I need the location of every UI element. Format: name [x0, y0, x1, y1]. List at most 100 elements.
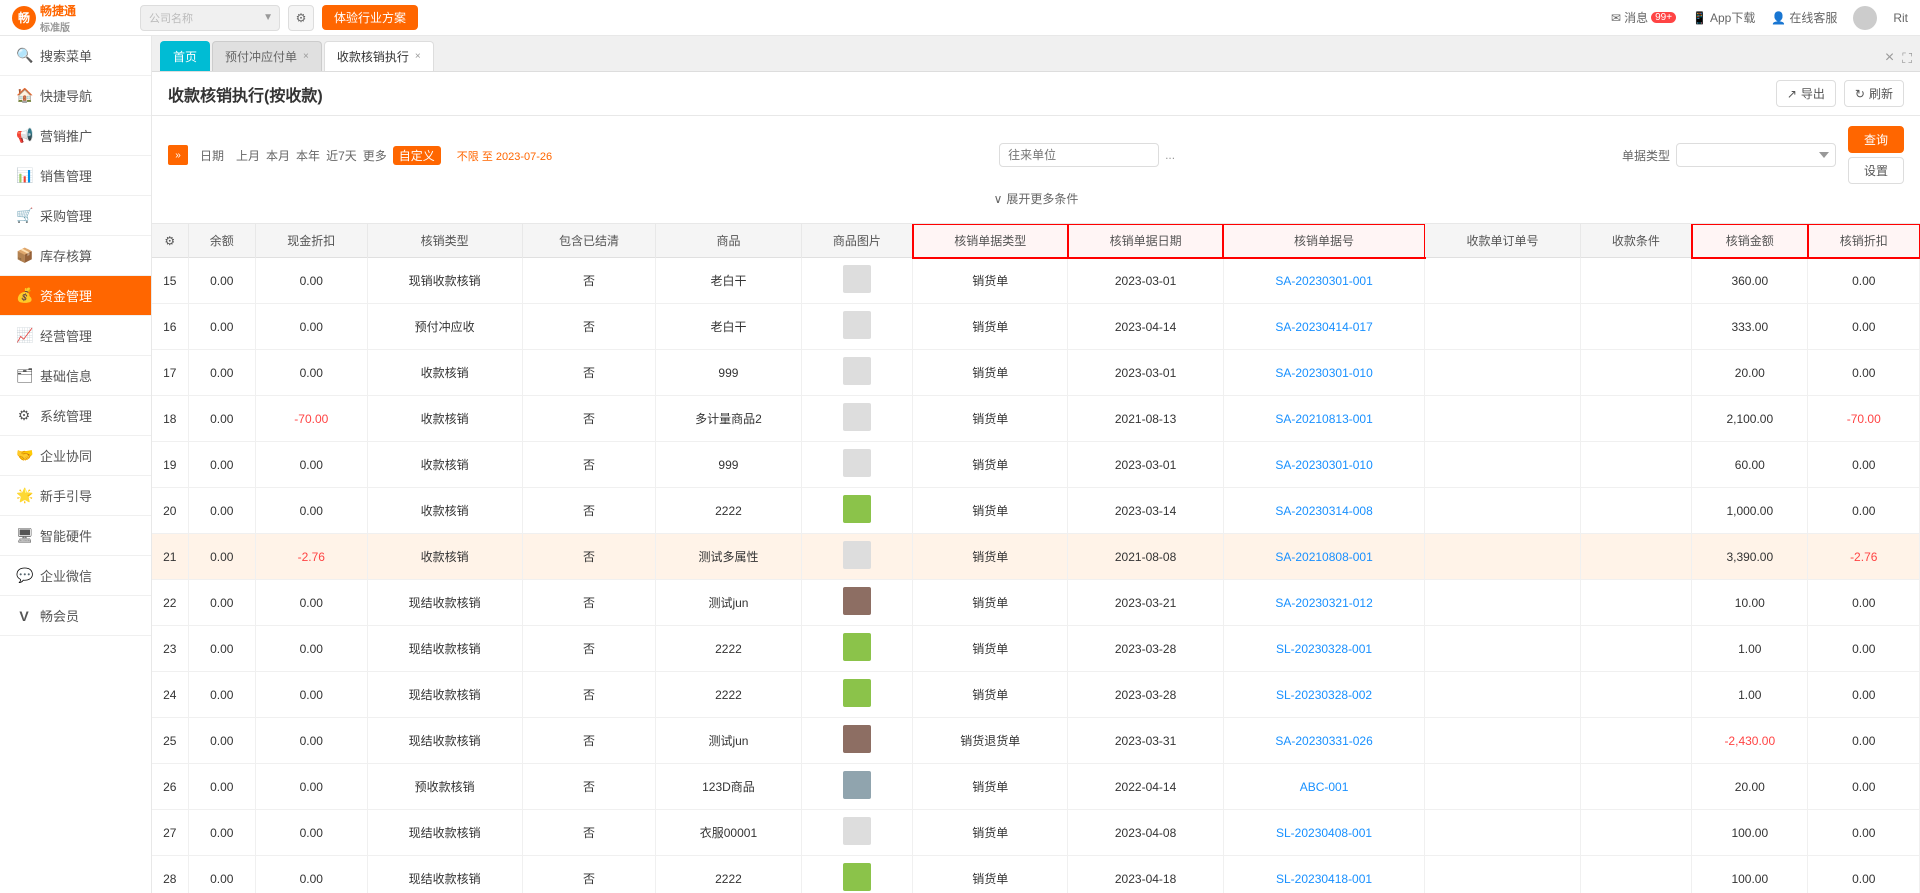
sidebar-item-hardware[interactable]: 🖥 智能硬件 — [0, 516, 151, 556]
bill-no-link[interactable]: SA-20230414-017 — [1275, 320, 1372, 334]
cell-cash-discount: 0.00 — [256, 580, 367, 626]
cell-verify-amount: 100.00 — [1692, 810, 1808, 856]
sidebar-item-finance[interactable]: 💰 资金管理 — [0, 276, 151, 316]
export-icon: ↗ — [1787, 87, 1797, 101]
message-btn[interactable]: ✉ 消息 99+ — [1611, 9, 1676, 26]
col-settings[interactable]: ⚙ — [152, 224, 188, 258]
date-link-last-month[interactable]: 上月 — [236, 147, 260, 164]
bill-no-link[interactable]: SA-20210813-001 — [1275, 412, 1372, 426]
cell-bill-date: 2023-03-21 — [1068, 580, 1223, 626]
date-link-this-year[interactable]: 本年 — [296, 147, 320, 164]
expand-more-row[interactable]: ∨ 展开更多条件 — [168, 184, 1904, 213]
bill-no-link[interactable]: SL-20230418-001 — [1276, 872, 1372, 886]
table-container[interactable]: ⚙ 余额 现金折扣 核销类型 包含已结清 商品 商品图片 核销单据类型 核销单据… — [152, 224, 1920, 893]
cell-bill-no[interactable]: ABC-001 — [1223, 764, 1425, 810]
bill-no-link[interactable]: SA-20230321-012 — [1275, 596, 1372, 610]
cell-bill-no[interactable]: SA-20230414-017 — [1223, 304, 1425, 350]
tab-receipt[interactable]: 收款核销执行 × — [324, 41, 434, 71]
table-row: 18 0.00 -70.00 收款核销 否 多计量商品2 销货单 2021-08… — [152, 396, 1920, 442]
query-btn[interactable]: 查询 — [1848, 126, 1904, 153]
cell-balance: 0.00 — [188, 396, 256, 442]
partner-input[interactable] — [999, 143, 1159, 167]
industry-btn[interactable]: 体验行业方案 — [322, 5, 418, 30]
sidebar-item-system[interactable]: ⚙ 系统管理 — [0, 396, 151, 436]
user-avatar[interactable] — [1853, 6, 1877, 30]
refresh-icon: ↻ — [1855, 87, 1865, 101]
date-link-more[interactable]: 更多 — [363, 147, 387, 164]
tab-prepay-label: 预付冲应付单 — [225, 48, 297, 65]
bill-type-select[interactable] — [1676, 143, 1836, 167]
cell-balance: 0.00 — [188, 626, 256, 672]
export-btn[interactable]: ↗ 导出 — [1776, 80, 1836, 107]
cell-bill-no[interactable]: SL-20230418-001 — [1223, 856, 1425, 893]
sidebar-item-guide[interactable]: 🌟 新手引导 — [0, 476, 151, 516]
cell-bill-no[interactable]: SA-20210813-001 — [1223, 396, 1425, 442]
bill-no-link[interactable]: SA-20230301-010 — [1275, 366, 1372, 380]
cell-verify-type: 收款核销 — [367, 534, 522, 580]
cell-including-settled: 否 — [522, 258, 655, 304]
refresh-btn[interactable]: ↻ 刷新 — [1844, 80, 1904, 107]
cell-bill-no[interactable]: SA-20230321-012 — [1223, 580, 1425, 626]
date-link-this-month[interactable]: 本月 — [266, 147, 290, 164]
sidebar-item-enterprise[interactable]: 🤝 企业协同 — [0, 436, 151, 476]
user-name: Rit — [1893, 11, 1908, 25]
app-download-btn[interactable]: 📱 App下载 — [1692, 9, 1755, 26]
sidebar-item-operation[interactable]: 📈 经营管理 — [0, 316, 151, 356]
cell-including-settled: 否 — [522, 534, 655, 580]
bill-no-link[interactable]: SL-20230328-001 — [1276, 642, 1372, 656]
bill-no-link[interactable]: ABC-001 — [1300, 780, 1349, 794]
cell-bill-no[interactable]: SL-20230328-002 — [1223, 672, 1425, 718]
sidebar-item-inventory[interactable]: 📦 库存核算 — [0, 236, 151, 276]
cell-cash-discount: -2.76 — [256, 534, 367, 580]
bill-no-link[interactable]: SA-20210808-001 — [1275, 550, 1372, 564]
online-service-btn[interactable]: 👤 在线客服 — [1771, 9, 1837, 26]
cell-product: 多计量商品2 — [656, 396, 802, 442]
sidebar-item-marketing[interactable]: 📢 营销推广 — [0, 116, 151, 156]
bill-no-link[interactable]: SA-20230331-026 — [1275, 734, 1372, 748]
sidebar-item-member[interactable]: V 畅会员 — [0, 596, 151, 636]
cell-bill-no[interactable]: SL-20230408-001 — [1223, 810, 1425, 856]
cell-bill-no[interactable]: SA-20230331-026 — [1223, 718, 1425, 764]
tab-close-all[interactable]: × — [1885, 49, 1894, 67]
col-receipt-condition: 收款条件 — [1580, 224, 1691, 258]
date-link-custom[interactable]: 自定义 — [393, 146, 441, 165]
cell-bill-no[interactable]: SA-20230314-008 — [1223, 488, 1425, 534]
bill-no-link[interactable]: SA-20230301-010 — [1275, 458, 1372, 472]
bill-no-link[interactable]: SA-20230314-008 — [1275, 504, 1372, 518]
cell-bill-no[interactable]: SA-20230301-001 — [1223, 258, 1425, 304]
table-row: 21 0.00 -2.76 收款核销 否 测试多属性 销货单 2021-08-0… — [152, 534, 1920, 580]
tab-home[interactable]: 首页 — [160, 41, 210, 71]
filter-expand-btn[interactable]: » — [168, 145, 188, 165]
cell-verify-type: 现结收款核销 — [367, 856, 522, 893]
bill-no-link[interactable]: SL-20230408-001 — [1276, 826, 1372, 840]
cell-bill-no[interactable]: SA-20230301-010 — [1223, 350, 1425, 396]
sidebar-label-finance: 资金管理 — [40, 286, 92, 305]
tab-prepay-close[interactable]: × — [303, 51, 309, 62]
bill-no-link[interactable]: SL-20230328-002 — [1276, 688, 1372, 702]
cell-bill-no[interactable]: SA-20210808-001 — [1223, 534, 1425, 580]
settings-btn[interactable]: ⚙ — [288, 5, 314, 31]
cell-receipt-order-no — [1425, 672, 1580, 718]
tab-prepay[interactable]: 预付冲应付单 × — [212, 41, 322, 71]
cell-including-settled: 否 — [522, 810, 655, 856]
cell-balance: 0.00 — [188, 534, 256, 580]
sidebar-item-sales[interactable]: 📊 销售管理 — [0, 156, 151, 196]
sidebar-item-purchase[interactable]: 🛒 采购管理 — [0, 196, 151, 236]
bill-no-link[interactable]: SA-20230301-001 — [1275, 274, 1372, 288]
sidebar-item-wechat[interactable]: 💬 企业微信 — [0, 556, 151, 596]
cell-bill-date: 2023-03-31 — [1068, 718, 1223, 764]
cell-bill-no[interactable]: SA-20230301-010 — [1223, 442, 1425, 488]
expand-more-label: 展开更多条件 — [1006, 190, 1078, 207]
tab-receipt-close[interactable]: × — [415, 51, 421, 62]
cell-balance: 0.00 — [188, 442, 256, 488]
date-link-7days[interactable]: 近7天 — [326, 147, 357, 164]
company-selector[interactable]: 公司名称 ▼ — [140, 5, 280, 31]
sidebar-item-basicinfo[interactable]: 🗂 基础信息 — [0, 356, 151, 396]
cell-verify-type: 现结收款核销 — [367, 672, 522, 718]
top-right: ✉ 消息 99+ 📱 App下载 👤 在线客服 Rit — [1611, 6, 1908, 30]
sidebar-item-search[interactable]: 🔍 搜索菜单 — [0, 36, 151, 76]
setting-btn[interactable]: 设置 — [1848, 157, 1904, 184]
cell-bill-no[interactable]: SL-20230328-001 — [1223, 626, 1425, 672]
sidebar-item-shortcut[interactable]: 🏠 快捷导航 — [0, 76, 151, 116]
tab-expand[interactable]: ⛶ — [1902, 50, 1912, 67]
